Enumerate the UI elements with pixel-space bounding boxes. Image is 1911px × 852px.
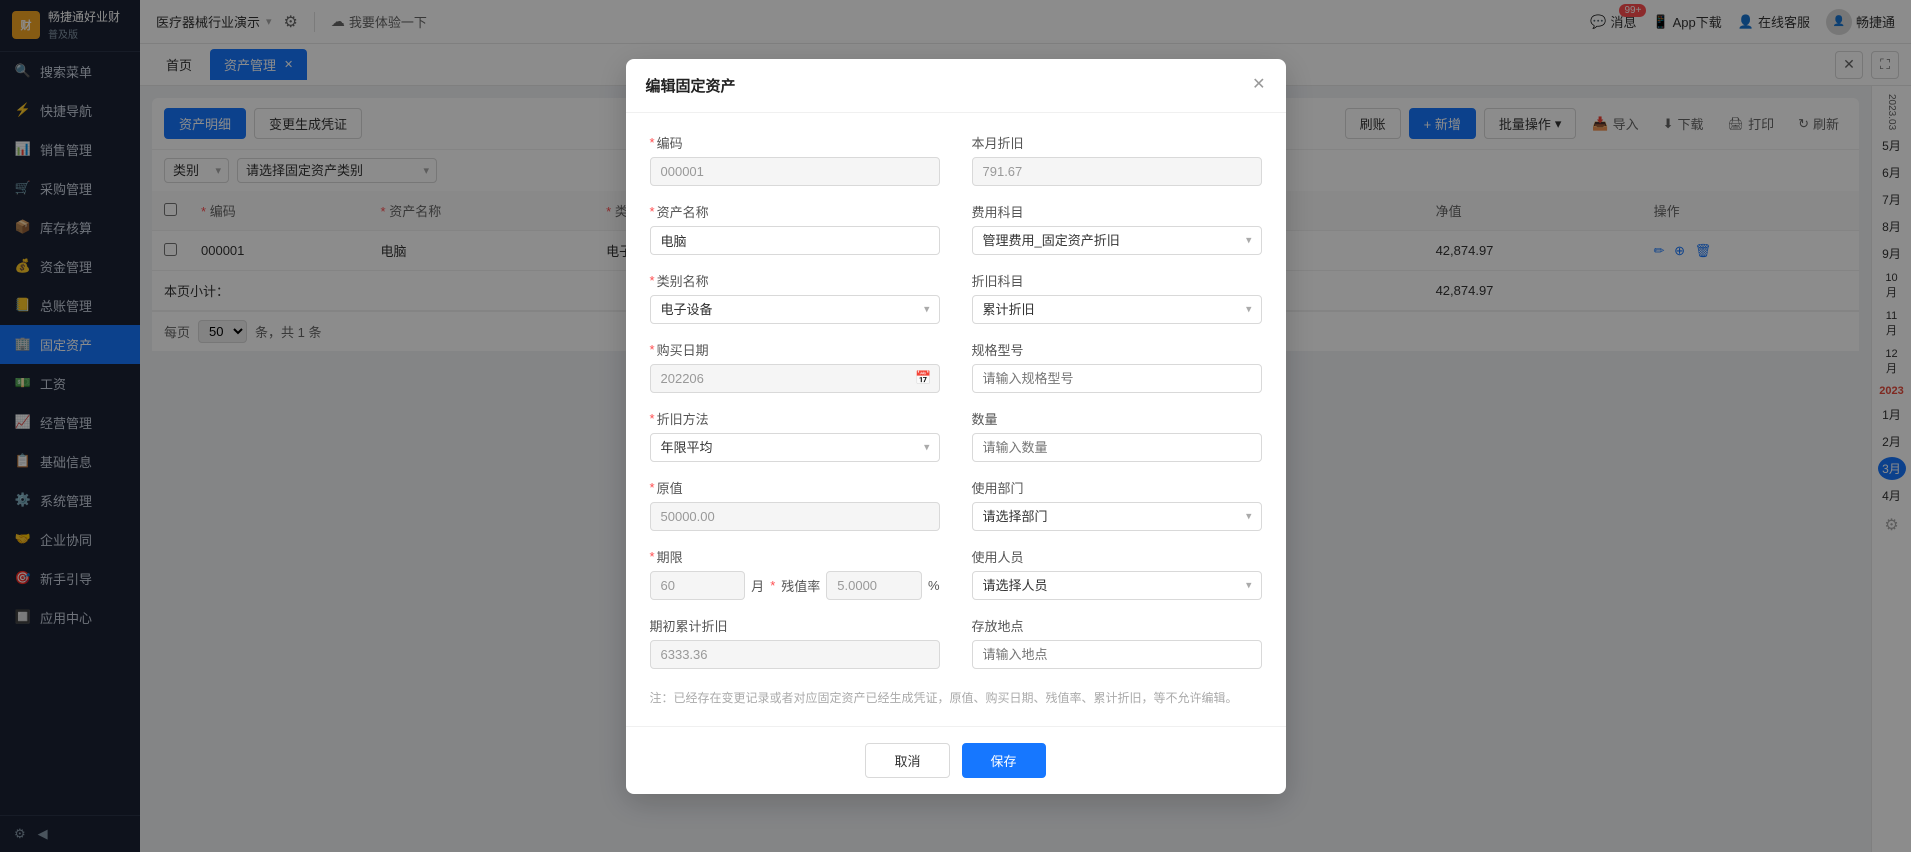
modal-note: 注：已经存在变更记录或者对应固定资产已经生成凭证，原值、购买日期、残值率、累计折… <box>650 685 1262 706</box>
initial-dep-input[interactable] <box>650 640 940 669</box>
depreciation-method-label: * 折旧方法 <box>650 409 940 428</box>
purchase-date-label: * 购买日期 <box>650 340 940 359</box>
department-select[interactable]: 请选择部门 <box>972 502 1262 531</box>
user-label: 使用人员 <box>972 547 1262 566</box>
expense-account-wrap: 管理费用_固定资产折旧 <box>972 226 1262 255</box>
modal-body: * 编码 * 资产名称 * 类别名称 <box>626 113 1286 726</box>
form-row-monthly-dep: 本月折旧 <box>972 133 1262 186</box>
dep-account-label: 折旧科目 <box>972 271 1262 290</box>
asset-name-input[interactable] <box>650 226 940 255</box>
form-row-location: 存放地点 <box>972 616 1262 669</box>
residual-rate-star: * <box>770 578 775 593</box>
form-row-category: * 类别名称 电子设备 <box>650 271 940 324</box>
form-row-purchase-date: * 购买日期 📅 <box>650 340 940 393</box>
category-select[interactable]: 电子设备 <box>650 295 940 324</box>
original-value-input[interactable] <box>650 502 940 531</box>
form-row-initial-dep: 期初累计折旧 <box>650 616 940 669</box>
calendar-icon[interactable]: 📅 <box>915 370 931 386</box>
department-label: 使用部门 <box>972 478 1262 497</box>
residual-rate-input[interactable] <box>826 571 922 600</box>
quantity-input[interactable] <box>972 433 1262 462</box>
form-row-depreciation-method: * 折旧方法 年限平均 <box>650 409 940 462</box>
spec-label: 规格型号 <box>972 340 1262 359</box>
purchase-date-input[interactable] <box>650 364 940 393</box>
period-unit: 月 <box>751 576 764 595</box>
form-row-original-value: * 原值 <box>650 478 940 531</box>
expense-account-label: 费用科目 <box>972 202 1262 221</box>
modal-footer: 取消 保存 <box>626 726 1286 794</box>
expense-account-select[interactable]: 管理费用_固定资产折旧 <box>972 226 1262 255</box>
modal-right-col: 本月折旧 费用科目 管理费用_固定资产折旧 折旧科目 累计折旧 <box>972 133 1262 685</box>
form-row-spec: 规格型号 <box>972 340 1262 393</box>
form-row-quantity: 数量 <box>972 409 1262 462</box>
dep-account-wrap: 累计折旧 <box>972 295 1262 324</box>
depreciation-method-select[interactable]: 年限平均 <box>650 433 940 462</box>
location-label: 存放地点 <box>972 616 1262 635</box>
form-row-asset-name: * 资产名称 <box>650 202 940 255</box>
form-row-period: * 期限 月 * 残值率 % <box>650 547 940 600</box>
form-row-user: 使用人员 请选择人员 <box>972 547 1262 600</box>
form-row-dep-account: 折旧科目 累计折旧 <box>972 271 1262 324</box>
initial-dep-label: 期初累计折旧 <box>650 616 940 635</box>
period-group: 月 * 残值率 % <box>650 571 940 600</box>
quantity-label: 数量 <box>972 409 1262 428</box>
form-row-expense-account: 费用科目 管理费用_固定资产折旧 <box>972 202 1262 255</box>
edit-asset-modal: 编辑固定资产 ✕ * 编码 * 资产名称 <box>626 59 1286 794</box>
period-input[interactable] <box>650 571 746 600</box>
modal-title: 编辑固定资产 <box>646 75 736 96</box>
residual-rate-unit: % <box>928 578 940 593</box>
asset-name-label: * 资产名称 <box>650 202 940 221</box>
save-button[interactable]: 保存 <box>962 743 1046 778</box>
category-select-wrap: 电子设备 <box>650 295 940 324</box>
cancel-button[interactable]: 取消 <box>865 743 949 778</box>
spec-input[interactable] <box>972 364 1262 393</box>
form-row-department: 使用部门 请选择部门 <box>972 478 1262 531</box>
user-select[interactable]: 请选择人员 <box>972 571 1262 600</box>
code-input[interactable] <box>650 157 940 186</box>
modal-left-col: * 编码 * 资产名称 * 类别名称 <box>650 133 940 685</box>
modal-overlay: 编辑固定资产 ✕ * 编码 * 资产名称 <box>0 0 1911 852</box>
modal-header: 编辑固定资产 ✕ <box>626 59 1286 113</box>
category-label: * 类别名称 <box>650 271 940 290</box>
location-input[interactable] <box>972 640 1262 669</box>
purchase-date-wrap: 📅 <box>650 364 940 393</box>
department-wrap: 请选择部门 <box>972 502 1262 531</box>
depreciation-method-wrap: 年限平均 <box>650 433 940 462</box>
dep-account-select[interactable]: 累计折旧 <box>972 295 1262 324</box>
residual-rate-label: 残值率 <box>781 576 820 595</box>
period-label: * 期限 <box>650 547 940 566</box>
modal-close-btn[interactable]: ✕ <box>1252 77 1265 93</box>
user-wrap: 请选择人员 <box>972 571 1262 600</box>
original-value-label: * 原值 <box>650 478 940 497</box>
form-row-code: * 编码 <box>650 133 940 186</box>
code-label: * 编码 <box>650 133 940 152</box>
monthly-dep-input[interactable] <box>972 157 1262 186</box>
monthly-dep-label: 本月折旧 <box>972 133 1262 152</box>
